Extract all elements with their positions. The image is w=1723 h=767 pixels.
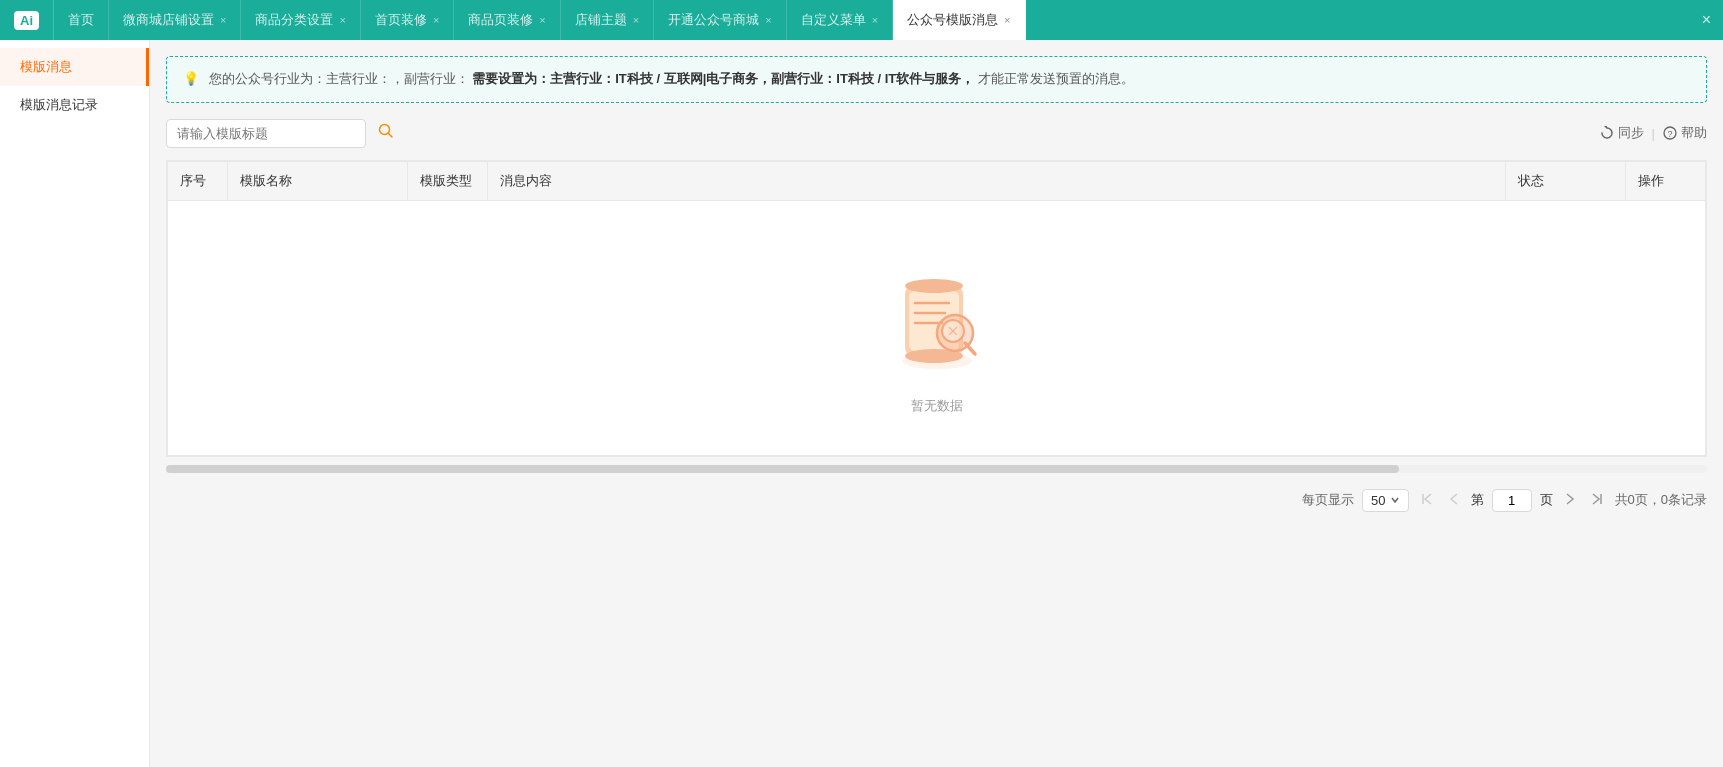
nav-tab-home-label: 首页 xyxy=(68,11,94,29)
top-nav: Ai 首页 微商城店铺设置 × 商品分类设置 × 首页装修 × 商品页装修 × … xyxy=(0,0,1723,40)
help-label: 帮助 xyxy=(1681,124,1707,142)
nav-tab-home-deco[interactable]: 首页装修 × xyxy=(361,0,454,40)
col-message-content: 消息内容 xyxy=(488,161,1506,200)
col-operation: 操作 xyxy=(1626,161,1706,200)
first-page-button[interactable] xyxy=(1417,490,1437,510)
svg-text:?: ? xyxy=(1667,129,1672,139)
close-open-mall-icon[interactable]: × xyxy=(765,14,771,26)
close-wechat-template-icon[interactable]: × xyxy=(1004,14,1010,26)
empty-state: 暂无数据 xyxy=(168,201,1705,455)
sync-button[interactable]: 同步 xyxy=(1600,124,1644,142)
nav-tab-open-mall-label: 开通公众号商城 xyxy=(668,11,759,29)
nav-tab-wechat-template-label: 公众号模版消息 xyxy=(907,11,998,29)
svg-line-1 xyxy=(389,134,393,138)
close-shop-settings-icon[interactable]: × xyxy=(220,14,226,26)
per-page-label: 每页显示 xyxy=(1302,491,1354,509)
close-home-deco-icon[interactable]: × xyxy=(433,14,439,26)
nav-tab-wechat-template[interactable]: 公众号模版消息 × xyxy=(893,0,1025,40)
notice-highlight: 需要设置为：主营行业：IT科技 / 互联网|电子商务，副营行业：IT科技 / I… xyxy=(472,71,974,86)
first-page-icon xyxy=(1421,493,1433,505)
main-layout: 模版消息 模版消息记录 💡 您的公众号行业为：主营行业：，副营行业： 需要设置为… xyxy=(0,40,1723,767)
close-category-icon[interactable]: × xyxy=(339,14,345,26)
col-status: 状态 xyxy=(1506,161,1626,200)
toolbar-divider: | xyxy=(1652,126,1655,141)
empty-row: 暂无数据 xyxy=(168,200,1706,455)
search-input[interactable] xyxy=(166,119,366,148)
logo-tab: Ai xyxy=(0,0,54,40)
page-label: 页 xyxy=(1540,491,1553,509)
search-right: 同步 | ? 帮助 xyxy=(1600,124,1707,142)
page-di-label: 第 xyxy=(1471,491,1484,509)
col-template-type: 模版类型 xyxy=(408,161,488,200)
scrollbar-thumb[interactable] xyxy=(166,465,1399,473)
pagination: 每页显示 50 第 页 xyxy=(166,481,1707,520)
sync-label: 同步 xyxy=(1618,124,1644,142)
search-left xyxy=(166,119,398,148)
notice-box: 💡 您的公众号行业为：主营行业：，副营行业： 需要设置为：主营行业：IT科技 /… xyxy=(166,56,1707,103)
close-shop-theme-icon[interactable]: × xyxy=(633,14,639,26)
empty-text: 暂无数据 xyxy=(911,397,963,415)
content-area: 💡 您的公众号行业为：主营行业：，副营行业： 需要设置为：主营行业：IT科技 /… xyxy=(150,40,1723,767)
search-button[interactable] xyxy=(374,119,398,147)
nav-tab-shop-settings[interactable]: 微商城店铺设置 × xyxy=(109,0,241,40)
help-icon: ? xyxy=(1663,126,1677,140)
search-bar: 同步 | ? 帮助 xyxy=(166,119,1707,148)
sidebar-item-template-msg-record[interactable]: 模版消息记录 xyxy=(0,86,149,124)
nav-tab-custom-menu[interactable]: 自定义菜单 × xyxy=(787,0,893,40)
nav-tab-product-deco[interactable]: 商品页装修 × xyxy=(454,0,560,40)
last-page-icon xyxy=(1591,493,1603,505)
nav-tab-shop-theme[interactable]: 店铺主题 × xyxy=(561,0,654,40)
close-product-deco-icon[interactable]: × xyxy=(539,14,545,26)
notice-suffix: 才能正常发送预置的消息。 xyxy=(978,71,1134,86)
last-page-button[interactable] xyxy=(1587,490,1607,510)
svg-point-10 xyxy=(905,279,963,293)
empty-state-icon xyxy=(877,261,997,381)
notice-prefix: 您的公众号行业为：主营行业：，副营行业： xyxy=(209,71,469,86)
search-icon xyxy=(378,123,394,139)
col-seq: 序号 xyxy=(168,161,228,200)
per-page-select[interactable]: 50 xyxy=(1362,489,1408,512)
total-info: 共0页，0条记录 xyxy=(1615,491,1707,509)
nav-tab-category-label: 商品分类设置 xyxy=(255,11,333,29)
table-body: 暂无数据 xyxy=(168,200,1706,455)
prev-page-button[interactable] xyxy=(1445,490,1463,510)
nav-tab-shop-theme-label: 店铺主题 xyxy=(575,11,627,29)
close-all-button[interactable]: × xyxy=(1690,0,1723,40)
table-header: 序号 模版名称 模版类型 消息内容 状态 操作 xyxy=(168,161,1706,200)
nav-tab-open-mall[interactable]: 开通公众号商城 × xyxy=(654,0,786,40)
nav-tab-category[interactable]: 商品分类设置 × xyxy=(241,0,360,40)
logo-text: Ai xyxy=(14,11,39,30)
close-custom-menu-icon[interactable]: × xyxy=(872,14,878,26)
chevron-down-icon xyxy=(1390,495,1400,505)
per-page-value: 50 xyxy=(1371,493,1385,508)
help-button[interactable]: ? 帮助 xyxy=(1663,124,1707,142)
nav-tab-home[interactable]: 首页 xyxy=(54,0,109,40)
data-table-wrapper: 序号 模版名称 模版类型 消息内容 状态 操作 xyxy=(166,160,1707,457)
col-template-name: 模版名称 xyxy=(228,161,408,200)
prev-page-icon xyxy=(1449,493,1459,505)
nav-tab-custom-menu-label: 自定义菜单 xyxy=(801,11,866,29)
next-page-button[interactable] xyxy=(1561,490,1579,510)
sidebar-item-template-msg-record-label: 模版消息记录 xyxy=(20,97,98,112)
nav-tab-home-deco-label: 首页装修 xyxy=(375,11,427,29)
next-page-icon xyxy=(1565,493,1575,505)
notice-icon: 💡 xyxy=(183,71,199,86)
sidebar-item-template-msg[interactable]: 模版消息 xyxy=(0,48,149,86)
nav-tab-product-deco-label: 商品页装修 xyxy=(468,11,533,29)
data-table: 序号 模版名称 模版类型 消息内容 状态 操作 xyxy=(167,161,1706,456)
sidebar: 模版消息 模版消息记录 xyxy=(0,40,150,767)
nav-tab-shop-settings-label: 微商城店铺设置 xyxy=(123,11,214,29)
horizontal-scrollbar[interactable] xyxy=(166,465,1707,473)
sync-icon xyxy=(1600,126,1614,140)
sidebar-item-template-msg-label: 模版消息 xyxy=(20,59,72,74)
page-number-input[interactable] xyxy=(1492,489,1532,512)
